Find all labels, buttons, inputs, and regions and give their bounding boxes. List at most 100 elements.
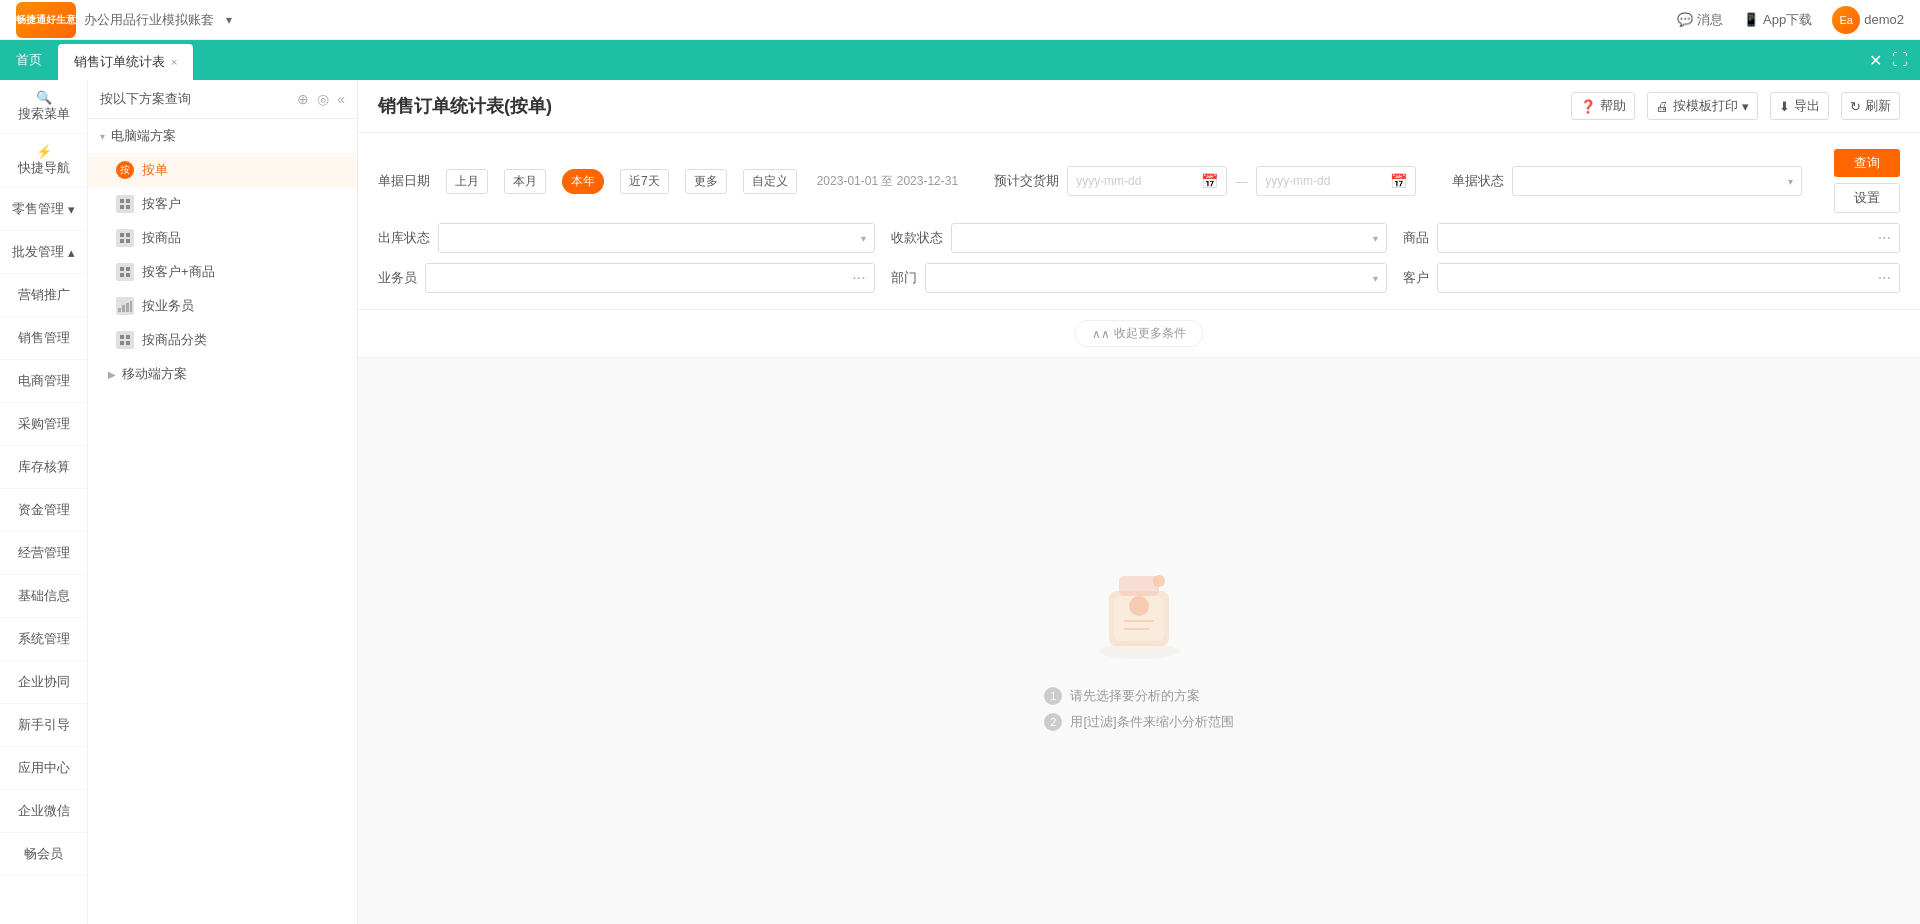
date-separator: —	[1235, 174, 1248, 189]
svg-rect-13	[122, 305, 125, 312]
expected-date-to[interactable]: yyyy-mm-dd 📅	[1256, 166, 1416, 196]
user-menu[interactable]: Ea demo2	[1832, 6, 1904, 34]
customer-input[interactable]: ···	[1437, 263, 1900, 293]
sidebar-item-purchase[interactable]: 采购管理	[0, 403, 87, 446]
sidebar-quick-nav[interactable]: ⚡ 快捷导航	[0, 134, 87, 188]
date-btn-more[interactable]: 更多	[685, 169, 727, 194]
goods-dots[interactable]: ···	[1878, 229, 1891, 247]
empty-tips: 1 请先选择要分析的方案 2 用[过滤]条件来缩小分析范围	[1044, 687, 1233, 731]
svg-rect-19	[126, 341, 130, 345]
status-select-arrow: ▾	[1788, 176, 1793, 187]
help-btn[interactable]: ❓ 帮助	[1571, 92, 1635, 120]
sidebar-item-guide[interactable]: 新手引导	[0, 704, 87, 747]
collapse-icon: ∧∧	[1092, 327, 1110, 341]
print-arrow-icon: ▾	[1742, 99, 1749, 114]
delivery-select[interactable]: ▾	[438, 223, 875, 253]
main-layout: 🔍 搜索菜单 ⚡ 快捷导航 零售管理 ▾ 批发管理 ▴ 营销推广 销售管理 电商…	[0, 80, 1920, 924]
sidebar-item-app-center[interactable]: 应用中心	[0, 747, 87, 790]
collapse-btn[interactable]: ∧∧ 收起更多条件	[1075, 320, 1203, 347]
sidebar-item-marketing[interactable]: 营销推广	[0, 274, 87, 317]
staff-field: 业务员 ···	[378, 263, 875, 293]
goods-label: 商品	[1403, 229, 1429, 247]
sidebar-item-enterprise[interactable]: 企业协同	[0, 661, 87, 704]
tab-sales-order-label: 销售订单统计表	[74, 53, 165, 71]
message-btn[interactable]: 💬 消息	[1677, 11, 1723, 29]
sidebar-sales-label: 销售管理	[18, 330, 70, 345]
sidebar-item-retail[interactable]: 零售管理 ▾	[0, 188, 87, 231]
sidebar: 🔍 搜索菜单 ⚡ 快捷导航 零售管理 ▾ 批发管理 ▴ 营销推广 销售管理 电商…	[0, 80, 88, 924]
sidebar-item-wholesale[interactable]: 批发管理 ▴	[0, 231, 87, 274]
goods-input[interactable]: ···	[1437, 223, 1900, 253]
dept-select[interactable]: ▾	[925, 263, 1388, 293]
status-select[interactable]: ▾	[1512, 166, 1802, 196]
expected-date-group: 预计交货期 yyyy-mm-dd 📅 — yyyy-mm-dd 📅	[994, 166, 1416, 196]
sidebar-item-finance[interactable]: 资金管理	[0, 489, 87, 532]
message-label: 消息	[1697, 11, 1723, 29]
sidebar-item-basic[interactable]: 基础信息	[0, 575, 87, 618]
tab-sales-order[interactable]: 销售订单统计表 ×	[58, 44, 193, 80]
scheme-item-by-customer[interactable]: 按客户	[88, 187, 357, 221]
date-range-display: 2023-01-01 至 2023-12-31	[817, 173, 958, 190]
scheme-item-by-category-label: 按商品分类	[142, 331, 207, 349]
sidebar-item-member[interactable]: 畅会员	[0, 833, 87, 876]
scheme-item-by-customer-label: 按客户	[142, 195, 181, 213]
scheme-item-by-category[interactable]: 按商品分类	[88, 323, 357, 357]
payment-select[interactable]: ▾	[951, 223, 1388, 253]
settings-btn[interactable]: 设置	[1834, 183, 1900, 213]
customer-dots[interactable]: ···	[1878, 269, 1891, 287]
scheme-panel-actions: ⊕ ◎ «	[297, 91, 345, 107]
calendar-to-icon: 📅	[1390, 173, 1407, 189]
status-label: 单据状态	[1452, 172, 1504, 190]
sidebar-item-wechat[interactable]: 企业微信	[0, 790, 87, 833]
payment-select-arrow: ▾	[1373, 233, 1378, 244]
scheme-item-by-order[interactable]: 按 按单	[88, 153, 357, 187]
tip-1-text: 请先选择要分析的方案	[1070, 687, 1200, 705]
scheme-settings-btn[interactable]: ◎	[317, 91, 329, 107]
expected-date-from[interactable]: yyyy-mm-dd 📅	[1067, 166, 1227, 196]
svg-rect-1	[126, 199, 130, 203]
print-btn[interactable]: 🖨 按模板打印 ▾	[1647, 92, 1758, 120]
scheme-item-by-product-label: 按商品	[142, 229, 181, 247]
app-download-btn[interactable]: 📱 App下载	[1743, 11, 1812, 29]
tab-home[interactable]: 首页	[0, 40, 58, 80]
date-btn-last-month[interactable]: 上月	[446, 169, 488, 194]
sidebar-item-system[interactable]: 系统管理	[0, 618, 87, 661]
date-btn-this-year[interactable]: 本年	[562, 169, 604, 194]
scheme-add-btn[interactable]: ⊕	[297, 91, 309, 107]
sidebar-system-label: 系统管理	[18, 631, 70, 646]
sidebar-item-inventory[interactable]: 库存核算	[0, 446, 87, 489]
expected-date-to-placeholder: yyyy-mm-dd	[1265, 174, 1330, 188]
export-btn[interactable]: ⬇ 导出	[1770, 92, 1829, 120]
svg-rect-8	[120, 267, 124, 271]
scheme-group-desktop-header[interactable]: ▾ 电脑端方案	[88, 119, 357, 153]
right-panel: 销售订单统计表(按单) ❓ 帮助 🖨 按模板打印 ▾ ⬇ 导出	[358, 80, 1920, 924]
topbar-dropdown-arrow[interactable]: ▾	[226, 13, 232, 27]
goods-field: 商品 ···	[1403, 223, 1900, 253]
refresh-btn[interactable]: ↻ 刷新	[1841, 92, 1900, 120]
window-expand-btn[interactable]: ⛶	[1892, 51, 1908, 69]
scheme-item-by-staff[interactable]: 按业务员	[88, 289, 357, 323]
dept-field: 部门 ▾	[891, 263, 1388, 293]
calendar-from-icon: 📅	[1201, 173, 1218, 189]
sidebar-operations-label: 经营管理	[18, 545, 70, 560]
date-btn-this-month[interactable]: 本月	[504, 169, 546, 194]
sidebar-item-operations[interactable]: 经营管理	[0, 532, 87, 575]
scheme-item-by-cust-prod[interactable]: 按客户+商品	[88, 255, 357, 289]
scheme-item-icon-category	[116, 331, 134, 349]
scheme-item-by-product[interactable]: 按商品	[88, 221, 357, 255]
sidebar-item-sales[interactable]: 销售管理	[0, 317, 87, 360]
filter-row-2: 出库状态 ▾ 收款状态 ▾ 商品	[378, 223, 1900, 253]
staff-input[interactable]: ···	[425, 263, 875, 293]
tab-close-icon[interactable]: ×	[171, 56, 177, 68]
date-btn-7days[interactable]: 近7天	[620, 169, 669, 194]
sidebar-search[interactable]: 🔍 搜索菜单	[0, 80, 87, 134]
staff-dots[interactable]: ···	[852, 269, 865, 287]
date-btn-custom[interactable]: 自定义	[743, 169, 797, 194]
scheme-group-mobile[interactable]: ▶ 移动端方案	[88, 357, 357, 391]
query-btn[interactable]: 查询	[1834, 149, 1900, 177]
window-close-btn[interactable]: ✕	[1869, 51, 1882, 70]
page-title-bar: 销售订单统计表(按单) ❓ 帮助 🖨 按模板打印 ▾ ⬇ 导出	[358, 80, 1920, 133]
scheme-collapse-btn[interactable]: «	[337, 91, 345, 107]
message-icon: 💬	[1677, 12, 1693, 27]
sidebar-item-ecommerce[interactable]: 电商管理	[0, 360, 87, 403]
